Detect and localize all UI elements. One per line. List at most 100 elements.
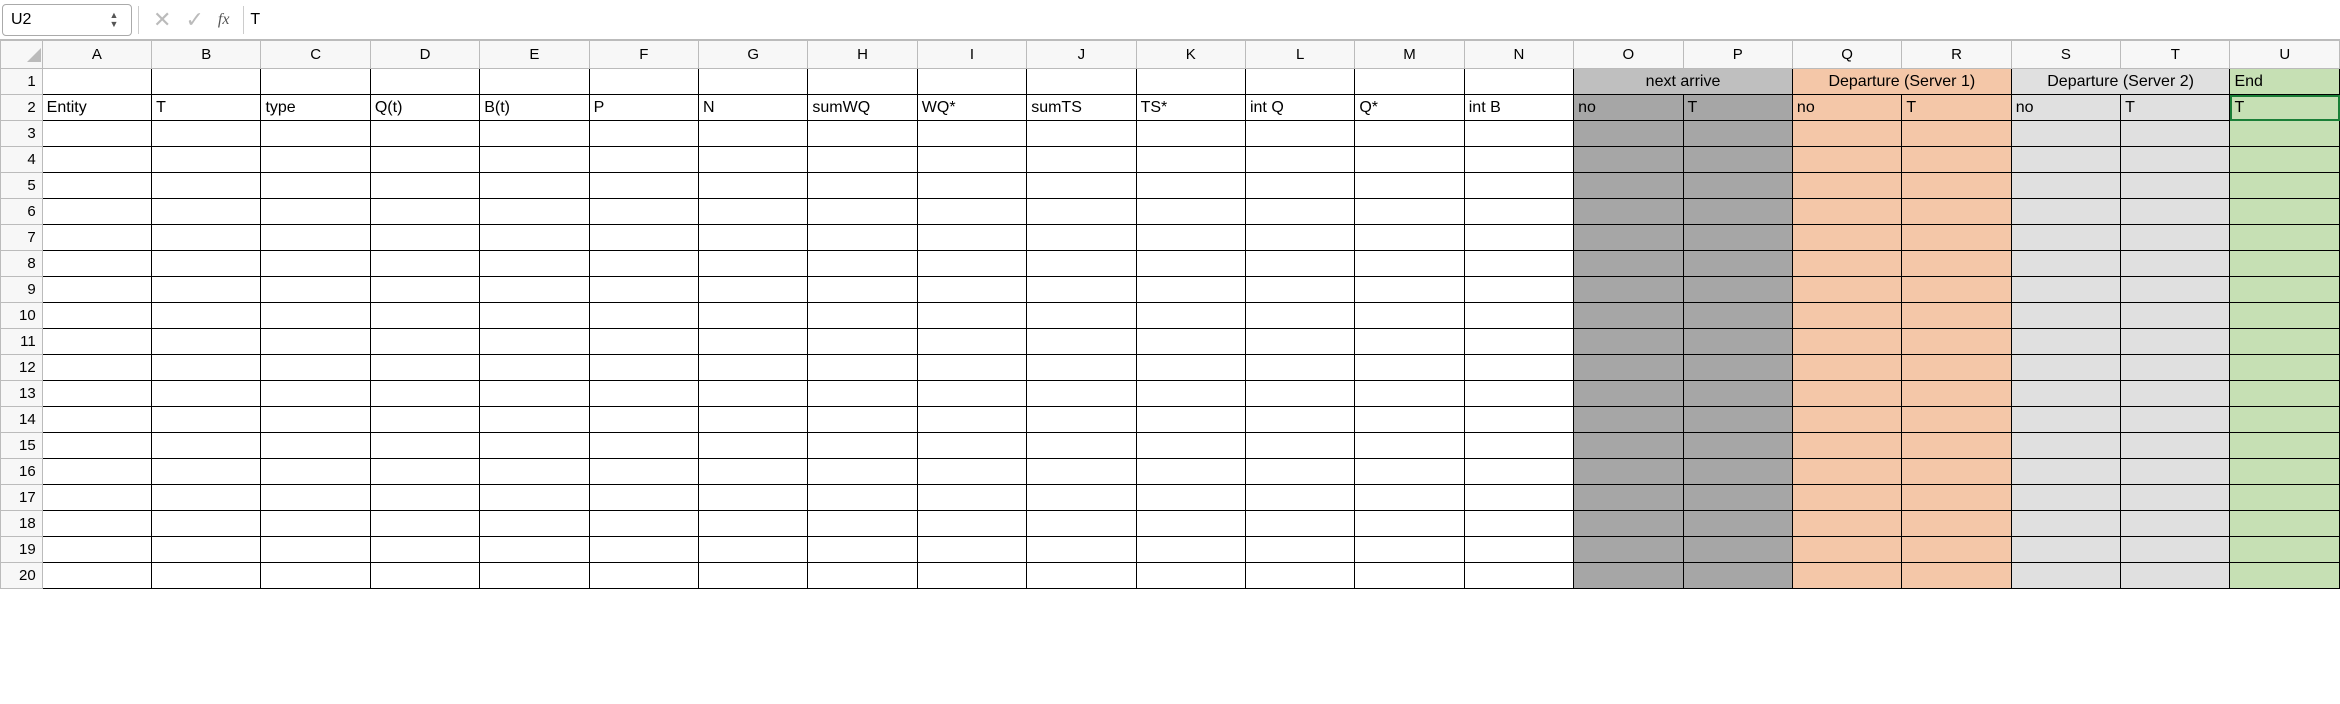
cell-J3[interactable] [1027, 121, 1136, 147]
cell-M3[interactable] [1355, 121, 1464, 147]
cell-U20[interactable] [2230, 563, 2340, 589]
cell-F1[interactable] [589, 69, 698, 95]
cell-H18[interactable] [808, 511, 917, 537]
row-head-19[interactable]: 19 [1, 537, 43, 563]
cell-D10[interactable] [370, 303, 479, 329]
cell-K20[interactable] [1136, 563, 1245, 589]
cell-Q11[interactable] [1792, 329, 1901, 355]
cell-N2[interactable]: int B [1464, 95, 1573, 121]
cell-J15[interactable] [1027, 433, 1136, 459]
cell-D2[interactable]: Q(t) [370, 95, 479, 121]
cell-I4[interactable] [917, 147, 1026, 173]
cell-C6[interactable] [261, 199, 370, 225]
cell-R3[interactable] [1902, 121, 2011, 147]
cell-U14[interactable] [2230, 407, 2340, 433]
cell-G16[interactable] [699, 459, 808, 485]
cell-J6[interactable] [1027, 199, 1136, 225]
cell-S14[interactable] [2011, 407, 2120, 433]
cell-Q10[interactable] [1792, 303, 1901, 329]
cell-S15[interactable] [2011, 433, 2120, 459]
row-head-8[interactable]: 8 [1, 251, 43, 277]
cell-T3[interactable] [2121, 121, 2230, 147]
cell-N10[interactable] [1464, 303, 1573, 329]
cell-K1[interactable] [1136, 69, 1245, 95]
cell-T18[interactable] [2121, 511, 2230, 537]
cell-C11[interactable] [261, 329, 370, 355]
cell-D14[interactable] [370, 407, 479, 433]
cell-B20[interactable] [152, 563, 261, 589]
cell-T7[interactable] [2121, 225, 2230, 251]
cell-J18[interactable] [1027, 511, 1136, 537]
cell-H6[interactable] [808, 199, 917, 225]
cell-O12[interactable] [1574, 355, 1683, 381]
cell-O17[interactable] [1574, 485, 1683, 511]
cell-Q2[interactable]: no [1792, 95, 1901, 121]
cell-N6[interactable] [1464, 199, 1573, 225]
cell-F4[interactable] [589, 147, 698, 173]
cell-G4[interactable] [699, 147, 808, 173]
cell-F15[interactable] [589, 433, 698, 459]
cell-T17[interactable] [2121, 485, 2230, 511]
cell-P7[interactable] [1683, 225, 1792, 251]
cell-B5[interactable] [152, 173, 261, 199]
cell-T11[interactable] [2121, 329, 2230, 355]
cell-E20[interactable] [480, 563, 589, 589]
cell-K19[interactable] [1136, 537, 1245, 563]
name-box[interactable]: U2 ▲ ▼ [2, 4, 132, 36]
cell-J19[interactable] [1027, 537, 1136, 563]
cell-G3[interactable] [699, 121, 808, 147]
cell-T13[interactable] [2121, 381, 2230, 407]
cell-N15[interactable] [1464, 433, 1573, 459]
cell-K12[interactable] [1136, 355, 1245, 381]
cell-G15[interactable] [699, 433, 808, 459]
cell-A8[interactable] [42, 251, 151, 277]
cell-E17[interactable] [480, 485, 589, 511]
row-head-15[interactable]: 15 [1, 433, 43, 459]
cell-U4[interactable] [2230, 147, 2340, 173]
cell-L9[interactable] [1245, 277, 1354, 303]
cell-D8[interactable] [370, 251, 479, 277]
cell-C1[interactable] [261, 69, 370, 95]
cell-D9[interactable] [370, 277, 479, 303]
row-head-20[interactable]: 20 [1, 563, 43, 589]
cell-S3[interactable] [2011, 121, 2120, 147]
cell-G7[interactable] [699, 225, 808, 251]
cell-L19[interactable] [1245, 537, 1354, 563]
cell-B14[interactable] [152, 407, 261, 433]
cell-H13[interactable] [808, 381, 917, 407]
cell-J13[interactable] [1027, 381, 1136, 407]
cell-G14[interactable] [699, 407, 808, 433]
cell-I10[interactable] [917, 303, 1026, 329]
cell-F14[interactable] [589, 407, 698, 433]
formula-input[interactable] [244, 10, 2340, 30]
cell-A14[interactable] [42, 407, 151, 433]
cell-P5[interactable] [1683, 173, 1792, 199]
cell-G12[interactable] [699, 355, 808, 381]
cell-E12[interactable] [480, 355, 589, 381]
cell-R2[interactable]: T [1902, 95, 2011, 121]
cell-S20[interactable] [2011, 563, 2120, 589]
cell-Q15[interactable] [1792, 433, 1901, 459]
cell-L5[interactable] [1245, 173, 1354, 199]
cell-P17[interactable] [1683, 485, 1792, 511]
cell-N14[interactable] [1464, 407, 1573, 433]
cell-P10[interactable] [1683, 303, 1792, 329]
cell-T14[interactable] [2121, 407, 2230, 433]
cell-E2[interactable]: B(t) [480, 95, 589, 121]
cell-I2[interactable]: WQ* [917, 95, 1026, 121]
cell-O3[interactable] [1574, 121, 1683, 147]
cell-E5[interactable] [480, 173, 589, 199]
cell-C5[interactable] [261, 173, 370, 199]
cell-S13[interactable] [2011, 381, 2120, 407]
col-head-M[interactable]: M [1355, 41, 1464, 69]
cell-C9[interactable] [261, 277, 370, 303]
cell-K9[interactable] [1136, 277, 1245, 303]
cell-A19[interactable] [42, 537, 151, 563]
row-head-11[interactable]: 11 [1, 329, 43, 355]
cell-G10[interactable] [699, 303, 808, 329]
cell-B4[interactable] [152, 147, 261, 173]
cell-O18[interactable] [1574, 511, 1683, 537]
cell-K16[interactable] [1136, 459, 1245, 485]
col-head-L[interactable]: L [1245, 41, 1354, 69]
cell-I18[interactable] [917, 511, 1026, 537]
